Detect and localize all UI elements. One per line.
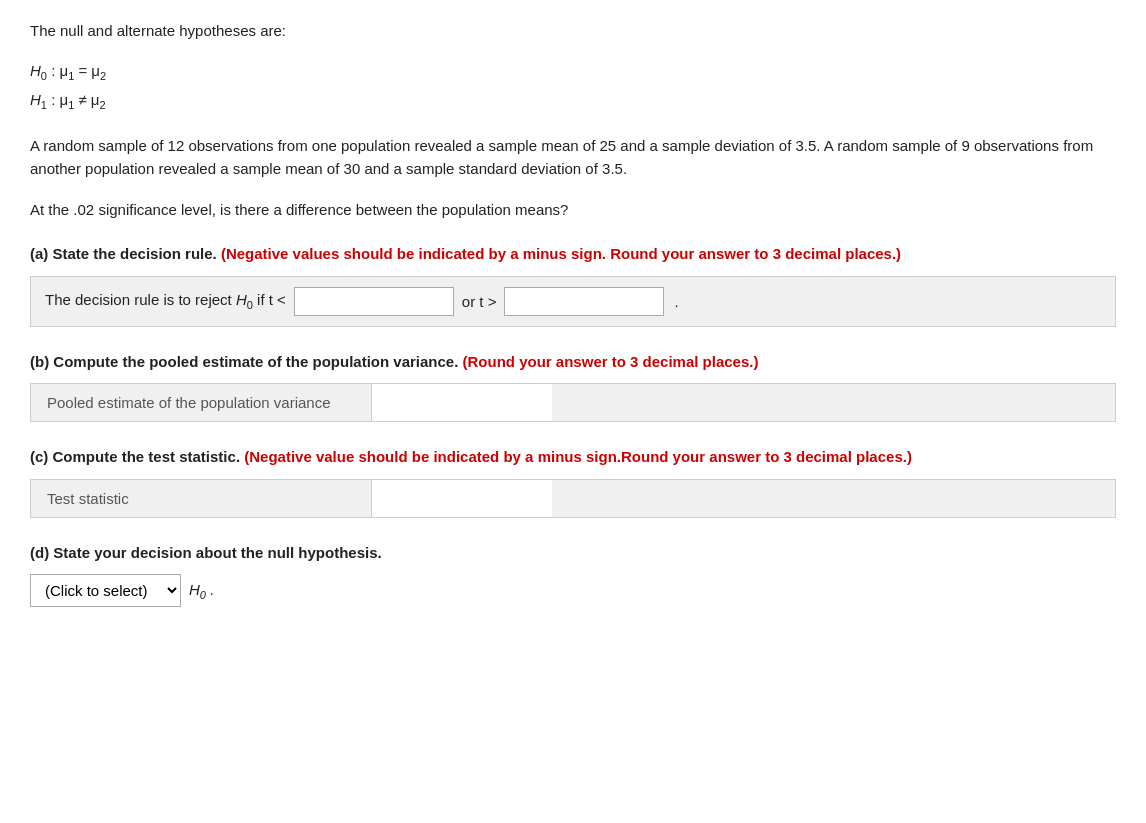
part-a-label: (a) State the decision rule. (Negative v… — [30, 243, 1116, 266]
part-c-bold: (c) — [30, 448, 48, 465]
part-c-red: (Negative value should be indicated by a… — [244, 448, 912, 465]
significance-text-content: At the .02 significance level, is there … — [30, 201, 568, 218]
hypotheses-block: H0 : μ1 = μ2 H1 : μ1 ≠ μ2 — [30, 57, 1116, 117]
part-a-input1[interactable] — [294, 287, 454, 316]
part-b-bold: (b) — [30, 353, 49, 370]
h1-line: H1 : μ1 ≠ μ2 — [30, 86, 1116, 116]
sample-description: A random sample of 12 observations from … — [30, 134, 1116, 181]
part-c-text: Compute the test statistic. — [53, 448, 241, 465]
part-b-table-label: Pooled estimate of the population varian… — [31, 384, 371, 421]
part-c-input[interactable] — [372, 480, 552, 517]
significance-question: At the .02 significance level, is there … — [30, 199, 1116, 222]
part-c-input-cell — [371, 480, 552, 517]
part-d-dropdown-row: (Click to select) Reject H0 Do not rejec… — [30, 574, 1116, 607]
part-a-input-row: The decision rule is to reject H0 if t <… — [30, 276, 1116, 327]
intro-title: The null and alternate hypotheses are: — [30, 20, 1116, 43]
part-a-input2[interactable] — [504, 287, 664, 316]
part-b-text: Compute the pooled estimate of the popul… — [53, 353, 462, 370]
decision-rule-or: or t > — [462, 293, 497, 310]
part-b-red: (Round your answer to 3 decimal places.) — [463, 353, 759, 370]
part-b-input-cell — [371, 384, 552, 421]
part-d: (d) State your decision about the null h… — [30, 542, 1116, 608]
test-statistic-label: Test statistic — [47, 490, 129, 507]
h0-symbol: H0 : μ1 = μ2 — [30, 57, 106, 87]
decision-rule-prefix: The decision rule is to reject H0 if t < — [45, 291, 286, 311]
part-d-label: (d) State your decision about the null h… — [30, 542, 1116, 565]
part-a-text: State the decision rule. — [53, 245, 221, 262]
decision-rule-period: . — [674, 293, 678, 310]
part-a-bold: (a) — [30, 245, 48, 262]
h1-symbol: H1 : μ1 ≠ μ2 — [30, 86, 106, 116]
h0-after-dropdown: H0 . — [189, 581, 214, 601]
part-b-input[interactable] — [372, 384, 552, 421]
part-c-table-row: Test statistic — [30, 479, 1116, 518]
title-text: The null and alternate hypotheses are: — [30, 22, 286, 39]
part-c-label: (c) Compute the test statistic. (Negativ… — [30, 446, 1116, 469]
pooled-variance-label: Pooled estimate of the population varian… — [47, 394, 331, 411]
part-b-label: (b) Compute the pooled estimate of the p… — [30, 351, 1116, 374]
part-d-text: State your decision about the null hypot… — [53, 544, 381, 561]
part-a-red: (Negative values should be indicated by … — [221, 245, 901, 262]
part-c-table-label: Test statistic — [31, 480, 371, 517]
part-c: (c) Compute the test statistic. (Negativ… — [30, 446, 1116, 518]
part-b-table-row: Pooled estimate of the population varian… — [30, 383, 1116, 422]
h0-line: H0 : μ1 = μ2 — [30, 57, 1116, 87]
part-b: (b) Compute the pooled estimate of the p… — [30, 351, 1116, 423]
part-d-bold: (d) — [30, 544, 49, 561]
part-a: (a) State the decision rule. (Negative v… — [30, 243, 1116, 327]
sample-text-content: A random sample of 12 observations from … — [30, 137, 1093, 177]
null-hypothesis-dropdown[interactable]: (Click to select) Reject H0 Do not rejec… — [30, 574, 181, 607]
